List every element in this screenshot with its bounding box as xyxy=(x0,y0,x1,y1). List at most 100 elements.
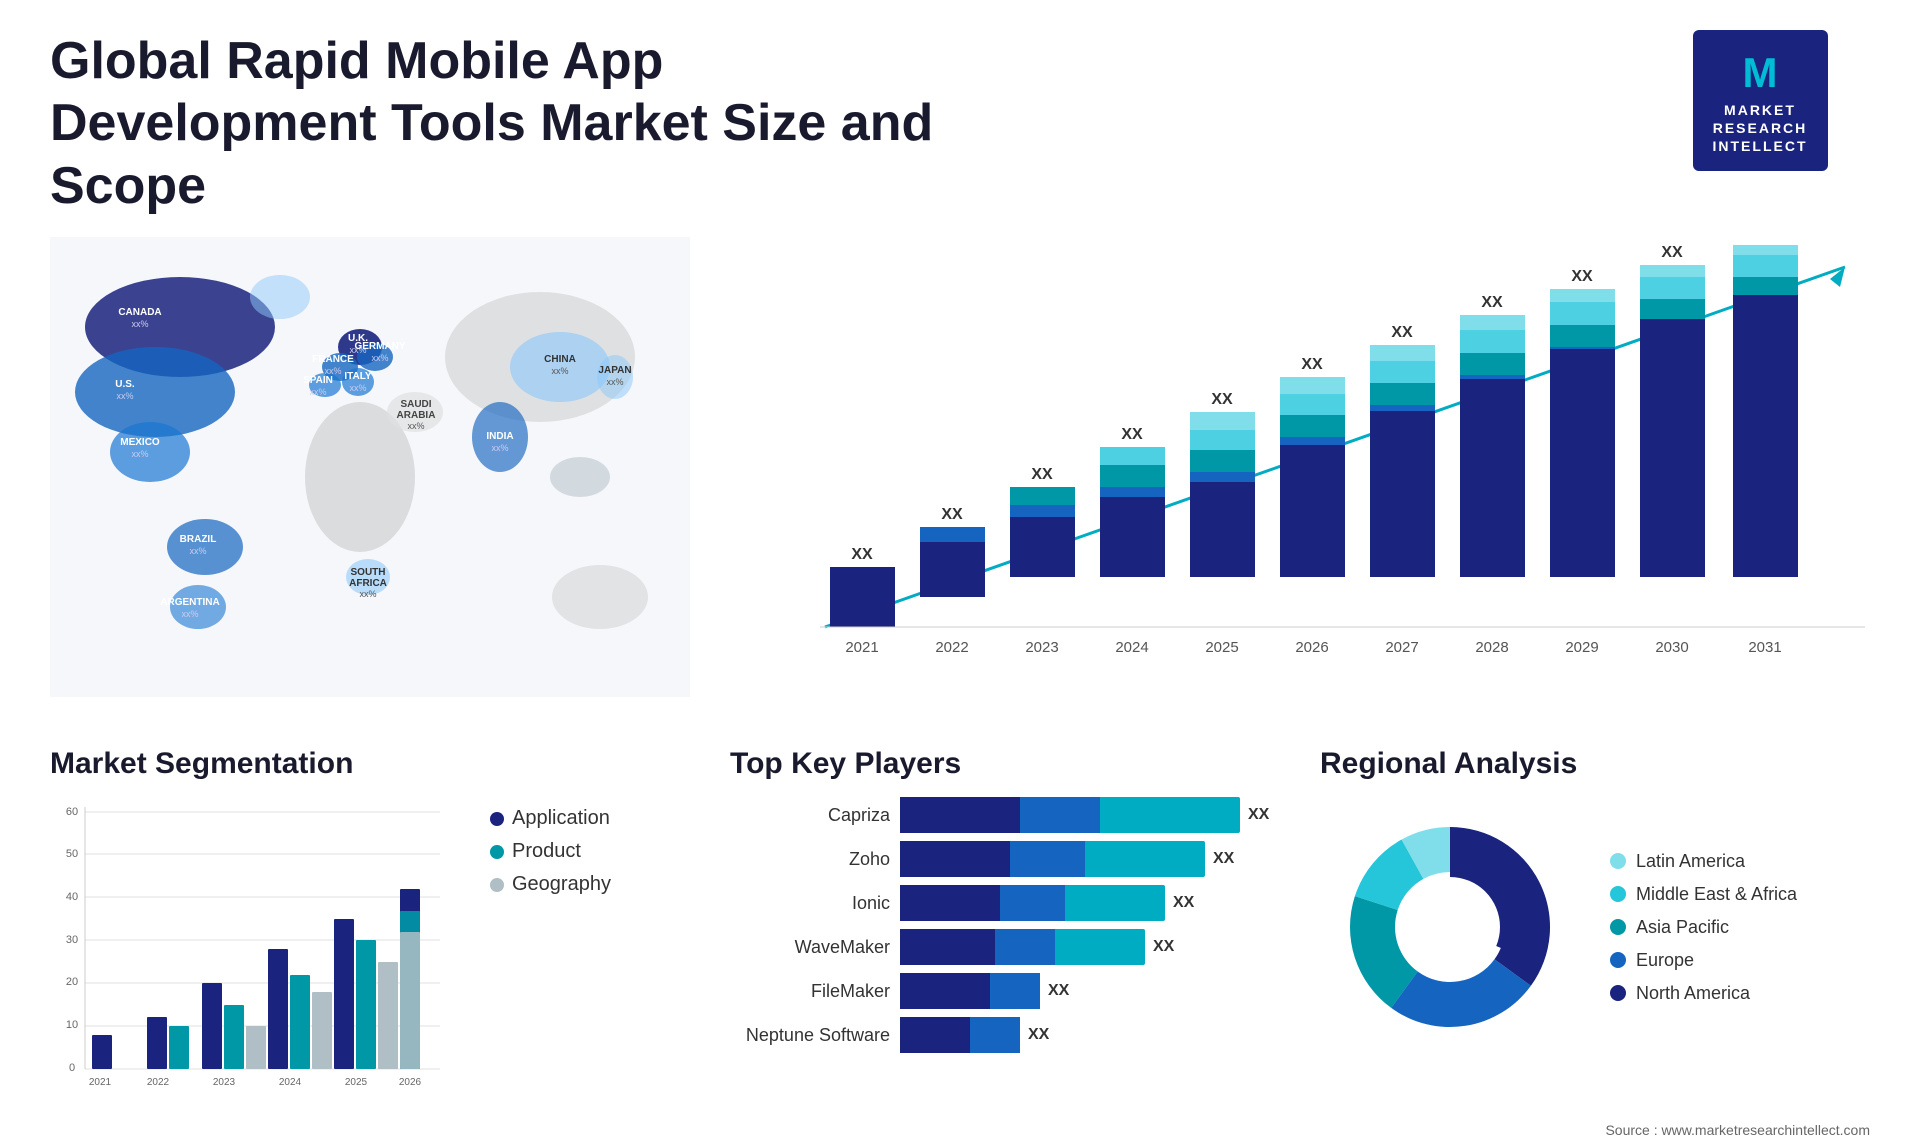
donut-chart-svg xyxy=(1320,797,1580,1057)
legend-item-latin-america: Latin America xyxy=(1610,851,1797,872)
bar-seg2 xyxy=(1010,841,1085,877)
svg-text:2023: 2023 xyxy=(1025,639,1058,656)
top-content: CANADA xx% U.S. xx% MEXICO xx% BRAZIL xx… xyxy=(0,237,1920,737)
bar-seg3 xyxy=(1085,841,1205,877)
svg-text:2023: 2023 xyxy=(213,1077,236,1088)
regional-title: Regional Analysis xyxy=(1320,747,1870,781)
legend-dot-geography xyxy=(490,878,504,892)
seg-chart-area: 60 50 40 30 20 10 0 xyxy=(50,797,450,1102)
player-name-wavemaker: WaveMaker xyxy=(730,937,890,958)
legend-item-asia-pacific: Asia Pacific xyxy=(1610,917,1797,938)
svg-text:10: 10 xyxy=(66,1019,78,1031)
svg-text:xx%: xx% xyxy=(309,387,326,397)
svg-text:XX: XX xyxy=(1754,237,1776,241)
regional-section: Regional Analysis xyxy=(1320,747,1870,1057)
legend-label-application: Application xyxy=(512,807,610,830)
legend-dot-latin-america xyxy=(1610,853,1626,869)
player-row-wavemaker: WaveMaker XX xyxy=(730,929,1290,965)
logo-letter: M xyxy=(1713,46,1808,101)
svg-text:xx%: xx% xyxy=(407,421,424,431)
svg-text:2029: 2029 xyxy=(1565,639,1598,656)
svg-text:XX: XX xyxy=(1661,244,1683,261)
bar-seg1 xyxy=(900,841,1010,877)
bar-seg1 xyxy=(900,973,990,1009)
player-bar-label-neptune: XX xyxy=(1028,1026,1049,1044)
svg-text:xx%: xx% xyxy=(131,319,148,329)
legend-dot-europe xyxy=(1610,952,1626,968)
player-row-ionic: Ionic XX xyxy=(730,885,1290,921)
svg-text:2028: 2028 xyxy=(1475,639,1508,656)
bar-seg2 xyxy=(1020,797,1100,833)
bar-seg1 xyxy=(900,885,1000,921)
svg-text:xx%: xx% xyxy=(371,353,388,363)
legend-label-asia-pacific: Asia Pacific xyxy=(1636,917,1729,938)
logo-box: M MARKET RESEARCH INTELLECT xyxy=(1693,30,1828,171)
player-bar-filemaker: XX xyxy=(900,973,1069,1009)
svg-text:xx%: xx% xyxy=(349,383,366,393)
players-title: Top Key Players xyxy=(730,747,1290,781)
players-bars-list: Capriza XX Zoho XX xyxy=(730,797,1290,1053)
svg-text:CANADA: CANADA xyxy=(118,307,161,318)
legend-label-europe: Europe xyxy=(1636,950,1694,971)
svg-text:XX: XX xyxy=(941,506,963,523)
legend-item-application: Application xyxy=(490,807,611,830)
svg-text:2025: 2025 xyxy=(1205,639,1238,656)
svg-text:GERMANY: GERMANY xyxy=(354,341,405,352)
player-bar-neptune: XX xyxy=(900,1017,1049,1053)
player-bar-label-capriza: XX xyxy=(1248,806,1269,824)
svg-text:ARGENTINA: ARGENTINA xyxy=(160,597,219,608)
svg-text:XX: XX xyxy=(851,546,873,563)
svg-text:2022: 2022 xyxy=(147,1077,170,1088)
logo-line3: INTELLECT xyxy=(1713,137,1808,155)
bar-seg3 xyxy=(1065,885,1165,921)
svg-text:XX: XX xyxy=(1571,268,1593,285)
legend-dot-product xyxy=(490,845,504,859)
bar-seg2 xyxy=(970,1017,1020,1053)
header: Global Rapid Mobile App Development Tool… xyxy=(0,0,1920,237)
svg-text:2026: 2026 xyxy=(1295,639,1328,656)
legend-item-north-america: North America xyxy=(1610,983,1797,1004)
svg-text:2021: 2021 xyxy=(89,1077,112,1088)
svg-text:2025: 2025 xyxy=(345,1077,368,1088)
svg-text:2024: 2024 xyxy=(279,1077,302,1088)
svg-text:XX: XX xyxy=(1391,324,1413,341)
bar-seg2 xyxy=(995,929,1055,965)
legend-label-north-america: North America xyxy=(1636,983,1750,1004)
bar-chart-svg: XX 2021 XX 2022 XX 2023 XX 2024 xyxy=(760,237,1870,677)
legend-dot-asia-pacific xyxy=(1610,919,1626,935)
player-bar-label-zoho: XX xyxy=(1213,850,1234,868)
source-text: Source : www.marketresearchintellect.com xyxy=(0,1122,1920,1148)
svg-text:60: 60 xyxy=(66,806,78,818)
legend-item-europe: Europe xyxy=(1610,950,1797,971)
players-section: Top Key Players Capriza XX Zoho xyxy=(730,747,1290,1053)
player-name-ionic: Ionic xyxy=(730,893,890,914)
player-row-filemaker: FileMaker XX xyxy=(730,973,1290,1009)
bar-seg1 xyxy=(900,929,995,965)
bar-seg1 xyxy=(900,1017,970,1053)
regional-legend: Latin America Middle East & Africa Asia … xyxy=(1610,851,1797,1004)
svg-text:2031: 2031 xyxy=(1748,639,1781,656)
svg-text:30: 30 xyxy=(66,934,78,946)
svg-text:2026: 2026 xyxy=(399,1077,422,1088)
svg-text:40: 40 xyxy=(66,891,78,903)
svg-text:U.S.: U.S. xyxy=(115,379,135,390)
legend-dot-me-africa xyxy=(1610,886,1626,902)
bar-seg3 xyxy=(1100,797,1240,833)
svg-text:FRANCE: FRANCE xyxy=(312,354,354,365)
svg-text:ARABIA: ARABIA xyxy=(397,410,436,421)
seg-chart-svg: 60 50 40 30 20 10 0 xyxy=(50,797,450,1097)
svg-text:BRAZIL: BRAZIL xyxy=(180,534,217,545)
bar-seg3 xyxy=(1055,929,1145,965)
svg-text:XX: XX xyxy=(1301,356,1323,373)
bar-seg2 xyxy=(990,973,1040,1009)
player-bar-ionic: XX xyxy=(900,885,1194,921)
player-row-neptune: Neptune Software XX xyxy=(730,1017,1290,1053)
svg-text:XX: XX xyxy=(1481,294,1503,311)
bar-chart-container: XX 2021 XX 2022 XX 2023 XX 2024 xyxy=(760,237,1870,677)
player-bar-label-wavemaker: XX xyxy=(1153,938,1174,956)
logo-line1: MARKET xyxy=(1713,101,1808,119)
seg-legend: Application Product Geography xyxy=(490,807,611,896)
player-name-filemaker: FileMaker xyxy=(730,981,890,1002)
svg-text:2022: 2022 xyxy=(935,639,968,656)
svg-text:xx%: xx% xyxy=(131,449,148,459)
